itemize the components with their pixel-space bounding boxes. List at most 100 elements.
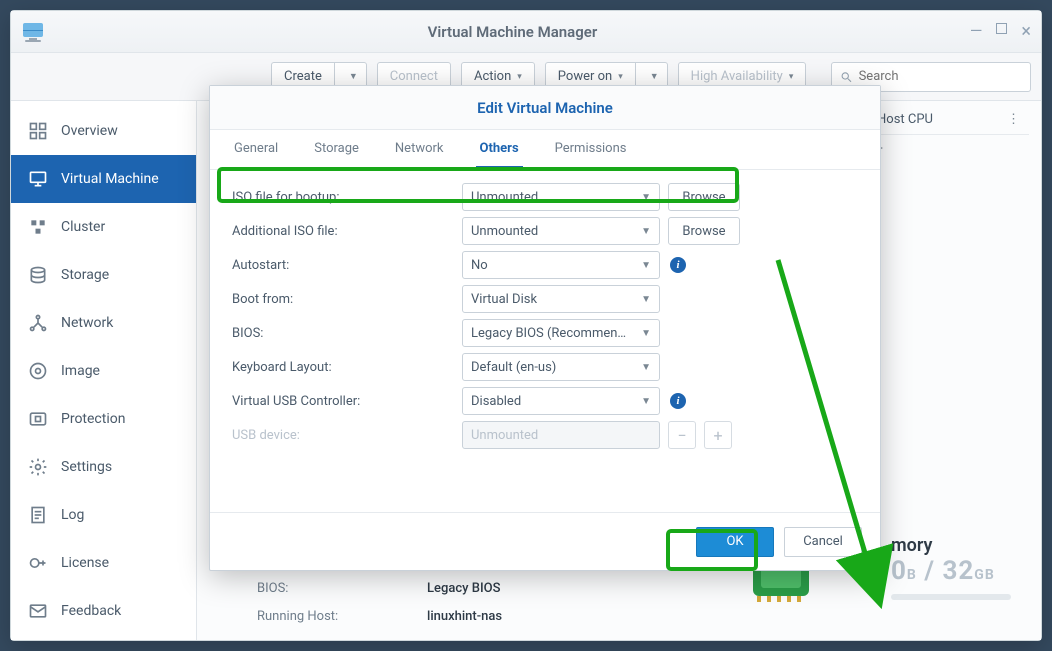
row-usb-device: USB device: Unmounted − + <box>232 418 858 452</box>
usb-device-select: Unmounted <box>462 421 660 449</box>
ok-button[interactable]: OK <box>696 527 774 557</box>
memory-title: mory <box>891 535 1011 556</box>
sidebar-item-virtual-machine[interactable]: Virtual Machine <box>11 155 196 203</box>
caret-down-icon: ▼ <box>641 396 651 407</box>
overview-icon <box>27 120 49 142</box>
sidebar-item-network[interactable]: Network <box>11 299 196 347</box>
row-additional-iso: Additional ISO file: Unmounted▼ Browse <box>232 214 858 248</box>
caret-down-icon: ▼ <box>641 294 651 305</box>
column-menu-icon[interactable]: ⋮ <box>1007 112 1021 127</box>
usb-device-label: USB device: <box>232 428 462 443</box>
sidebar-item-label: License <box>61 555 109 571</box>
dialog-title: Edit Virtual Machine <box>210 86 880 130</box>
sidebar-item-protection[interactable]: Protection <box>11 395 196 443</box>
sidebar-item-label: Virtual Machine <box>61 171 159 187</box>
minimize-button[interactable]: — <box>970 23 983 41</box>
sidebar-item-overview[interactable]: Overview <box>11 107 196 155</box>
bios-dialog-label: BIOS: <box>232 326 462 341</box>
edit-vm-dialog: Edit Virtual Machine General Storage Net… <box>209 85 881 571</box>
license-icon <box>27 552 49 574</box>
bios-label: BIOS: <box>257 581 427 596</box>
keyboard-select[interactable]: Default (en-us)▼ <box>462 353 660 381</box>
sidebar-item-label: Settings <box>61 459 112 475</box>
search-input[interactable] <box>859 69 1022 84</box>
sidebar: Overview Virtual Machine Cluster Storage… <box>11 101 197 640</box>
tab-others[interactable]: Others <box>476 131 523 169</box>
app-title: Virtual Machine Manager <box>55 23 970 41</box>
sidebar-item-log[interactable]: Log <box>11 491 196 539</box>
cancel-button[interactable]: Cancel <box>784 527 862 557</box>
bios-select[interactable]: Legacy BIOS (Recommended)▼ <box>462 319 660 347</box>
sidebar-item-label: Image <box>61 363 100 379</box>
app-icon <box>21 20 45 44</box>
caret-down-icon: ▼ <box>641 362 651 373</box>
additional-iso-select[interactable]: Unmounted▼ <box>462 217 660 245</box>
boot-from-select[interactable]: Virtual Disk▼ <box>462 285 660 313</box>
sidebar-item-license[interactable]: License <box>11 539 196 587</box>
sidebar-item-feedback[interactable]: Feedback <box>11 587 196 635</box>
autostart-label: Autostart: <box>232 258 462 273</box>
log-icon <box>27 504 49 526</box>
image-icon <box>27 360 49 382</box>
app-window: Virtual Machine Manager — × Create ▼ Con… <box>10 10 1042 641</box>
tab-permissions[interactable]: Permissions <box>551 131 631 169</box>
tab-general[interactable]: General <box>230 131 282 169</box>
protection-icon <box>27 408 49 430</box>
host-cpu-value: - <box>869 135 1029 162</box>
row-keyboard: Keyboard Layout: Default (en-us)▼ <box>232 350 858 384</box>
usb-controller-select[interactable]: Disabled▼ <box>462 387 660 415</box>
tab-storage[interactable]: Storage <box>310 131 363 169</box>
host-cpu-header: Host CPU <box>877 112 933 127</box>
additional-iso-label: Additional ISO file: <box>232 224 462 239</box>
titlebar: Virtual Machine Manager — × <box>11 11 1041 53</box>
dialog-footer: OK Cancel <box>210 512 880 570</box>
caret-down-icon: ▼ <box>641 226 651 237</box>
dialog-form: ISO file for bootup: Unmounted▼ Browse A… <box>210 170 880 512</box>
boot-from-label: Boot from: <box>232 292 462 307</box>
sidebar-item-label: Storage <box>61 267 109 283</box>
memory-panel: mory 0B / 32GB <box>891 535 1011 600</box>
cluster-icon <box>27 216 49 238</box>
sidebar-item-label: Protection <box>61 411 125 427</box>
row-autostart: Autostart: No▼ i <box>232 248 858 282</box>
row-usb-controller: Virtual USB Controller: Disabled▼ i <box>232 384 858 418</box>
additional-iso-browse-button[interactable]: Browse <box>668 217 740 245</box>
sidebar-item-label: Overview <box>61 123 118 139</box>
memory-value: 0B / 32GB <box>891 556 1011 586</box>
storage-icon <box>27 264 49 286</box>
sidebar-item-settings[interactable]: Settings <box>11 443 196 491</box>
sidebar-item-storage[interactable]: Storage <box>11 251 196 299</box>
row-boot-from: Boot from: Virtual Disk▼ <box>232 282 858 316</box>
row-iso-bootup: ISO file for bootup: Unmounted▼ Browse <box>232 180 858 214</box>
running-host-value: linuxhint-nas <box>427 609 502 624</box>
running-host-label: Running Host: <box>257 609 427 624</box>
usb-remove-button: − <box>668 421 696 449</box>
usb-controller-label: Virtual USB Controller: <box>232 394 462 409</box>
caret-down-icon: ▼ <box>641 260 651 271</box>
tab-network[interactable]: Network <box>391 131 448 169</box>
row-bios: BIOS: Legacy BIOS (Recommended)▼ <box>232 316 858 350</box>
memory-bar <box>891 594 1011 600</box>
close-button[interactable]: × <box>1021 23 1031 41</box>
sidebar-item-label: Cluster <box>61 219 105 235</box>
host-cpu-column: Host CPU ⋮ - <box>869 105 1029 162</box>
window-controls: — × <box>970 23 1031 41</box>
maximize-button[interactable] <box>996 23 1007 34</box>
sidebar-item-image[interactable]: Image <box>11 347 196 395</box>
sidebar-item-label: Feedback <box>61 603 121 619</box>
network-icon <box>27 312 49 334</box>
caret-down-icon: ▼ <box>641 192 651 203</box>
iso-bootup-label: ISO file for bootup: <box>232 190 462 205</box>
keyboard-label: Keyboard Layout: <box>232 360 462 375</box>
autostart-select[interactable]: No▼ <box>462 251 660 279</box>
info-icon[interactable]: i <box>670 257 686 273</box>
sidebar-item-label: Log <box>61 507 84 523</box>
iso-bootup-select[interactable]: Unmounted▼ <box>462 183 660 211</box>
sidebar-item-cluster[interactable]: Cluster <box>11 203 196 251</box>
info-icon[interactable]: i <box>670 393 686 409</box>
caret-down-icon: ▼ <box>641 328 651 339</box>
settings-icon <box>27 456 49 478</box>
feedback-icon <box>27 600 49 622</box>
bios-value: Legacy BIOS <box>427 581 500 596</box>
iso-bootup-browse-button[interactable]: Browse <box>668 183 740 211</box>
